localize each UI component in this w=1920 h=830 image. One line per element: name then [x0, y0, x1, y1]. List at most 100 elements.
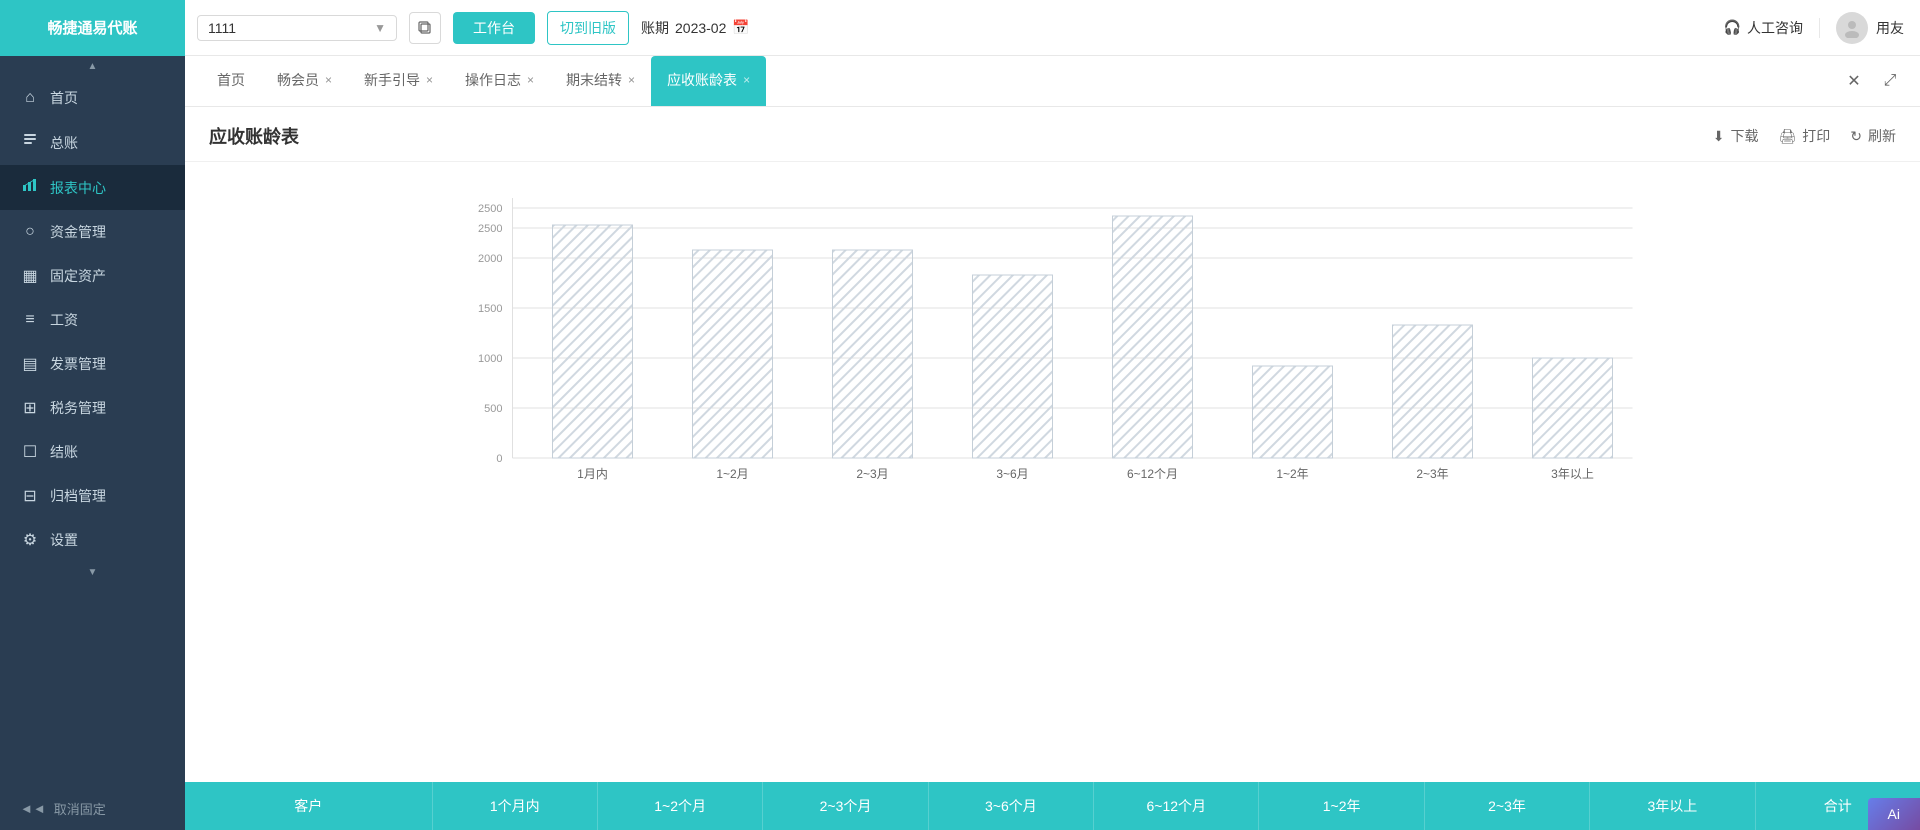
workbench-button[interactable]: 工作台	[453, 12, 535, 44]
close-all-tabs-button[interactable]: ✕	[1840, 67, 1868, 95]
bar-1	[553, 225, 633, 458]
sidebar-scroll-up[interactable]: ▲	[0, 56, 185, 76]
sidebar-item-report-center[interactable]: 报表中心	[0, 165, 185, 210]
table-header-1-2year-label: 1~2年	[1323, 796, 1361, 816]
svg-text:3年以上: 3年以上	[1551, 467, 1594, 481]
tab-period-end-label: 期末结转	[566, 70, 622, 90]
svg-text:2500: 2500	[478, 223, 502, 235]
table-header-2-3year: 2~3年	[1425, 782, 1590, 830]
table-header-2-3month-label: 2~3个月	[820, 796, 872, 816]
logo-text: 畅捷通易代账	[47, 17, 137, 38]
sidebar-item-archive-label: 归档管理	[50, 486, 106, 506]
tab-operation-log[interactable]: 操作日志 ×	[449, 56, 550, 106]
tab-guide[interactable]: 新手引导 ×	[348, 56, 449, 106]
sidebar-item-salary[interactable]: ≡ 工资	[0, 298, 185, 342]
chart-container: 0 500 1000 1500 2000 2500 2500 1	[185, 162, 1920, 782]
switch-version-button[interactable]: 切到旧版	[547, 11, 629, 45]
sidebar-item-home-label: 首页	[50, 88, 78, 108]
svg-text:0: 0	[496, 453, 502, 465]
app-header: 畅捷通易代账 1111 ▼ 工作台 切到旧版 账期 2023-02 📅 🎧 人工…	[0, 0, 1920, 56]
sidebar-item-archive-management[interactable]: ⊟ 归档管理	[0, 474, 185, 518]
consult-area[interactable]: 🎧 人工咨询	[1724, 18, 1803, 38]
table-header-1-2month-label: 1~2个月	[654, 796, 706, 816]
company-dropdown-icon: ▼	[374, 21, 386, 35]
calendar-icon[interactable]: 📅	[732, 19, 749, 36]
table-header-3year-plus: 3年以上	[1590, 782, 1755, 830]
ai-label: Ai	[1888, 806, 1900, 822]
sidebar-item-fund-label: 资金管理	[50, 222, 106, 242]
user-area[interactable]: 用友	[1836, 12, 1904, 44]
sidebar-item-home[interactable]: ⌂ 首页	[0, 76, 185, 120]
user-avatar-icon	[1842, 18, 1862, 38]
sidebar-item-fund-management[interactable]: ○ 资金管理	[0, 210, 185, 254]
svg-text:2~3月: 2~3月	[856, 467, 888, 481]
bar-chart: 0 500 1000 1500 2000 2500 2500 1	[209, 178, 1896, 518]
sidebar-item-tax-label: 税务管理	[50, 398, 106, 418]
sidebar: ▲ ⌂ 首页 总账	[0, 56, 185, 830]
cancel-pin-label: 取消固定	[54, 799, 106, 818]
svg-text:1500: 1500	[478, 303, 502, 315]
sidebar-item-invoice-management[interactable]: ▤ 发票管理	[0, 342, 185, 386]
company-selector[interactable]: 1111 ▼	[197, 15, 397, 41]
sidebar-item-assets-label: 固定资产	[50, 266, 106, 286]
table-header-3year-plus-label: 3年以上	[1647, 796, 1697, 816]
sidebar-item-tax-management[interactable]: ⊞ 税务管理	[0, 386, 185, 430]
company-name: 1111	[208, 20, 366, 36]
tab-ar-aging[interactable]: 应收账龄表 ×	[651, 56, 766, 106]
refresh-icon: ↻	[1850, 128, 1862, 145]
table-header-1-2month: 1~2个月	[598, 782, 763, 830]
divider	[1819, 18, 1820, 38]
svg-text:1月内: 1月内	[577, 467, 608, 481]
table-header-3-6month: 3~6个月	[929, 782, 1094, 830]
tab-period-end[interactable]: 期末结转 ×	[550, 56, 651, 106]
svg-text:3~6月: 3~6月	[996, 467, 1028, 481]
svg-text:6~12个月: 6~12个月	[1127, 467, 1178, 481]
download-button[interactable]: ⬇ 下载	[1713, 126, 1759, 146]
tab-guide-close[interactable]: ×	[426, 73, 433, 87]
table-header-3-6month-label: 3~6个月	[985, 796, 1037, 816]
bar-6	[1253, 366, 1333, 458]
print-icon: 🖨	[1778, 128, 1796, 145]
cancel-pin-button[interactable]: ◄◄ 取消固定	[0, 787, 185, 830]
period-value: 2023-02	[675, 20, 726, 36]
svg-text:2~3年: 2~3年	[1416, 467, 1448, 481]
ledger-icon	[20, 132, 40, 153]
sidebar-scroll-down[interactable]: ▼	[0, 562, 185, 582]
table-header-6-12month: 6~12个月	[1094, 782, 1259, 830]
ai-button[interactable]: Ai	[1868, 798, 1920, 830]
copy-button[interactable]	[409, 12, 441, 44]
print-label: 打印	[1802, 126, 1830, 146]
tab-member-close[interactable]: ×	[325, 73, 332, 87]
main-layout: ▲ ⌂ 首页 总账	[0, 56, 1920, 830]
sidebar-item-settings[interactable]: ⚙ 设置	[0, 518, 185, 562]
svg-text:2500: 2500	[478, 203, 502, 215]
refresh-button[interactable]: ↻ 刷新	[1850, 126, 1896, 146]
refresh-label: 刷新	[1868, 126, 1896, 146]
assets-icon: ▦	[20, 266, 40, 286]
table-header-2-3month: 2~3个月	[763, 782, 928, 830]
tab-period-end-close[interactable]: ×	[628, 73, 635, 87]
tabs-bar: 首页 畅会员 × 新手引导 × 操作日志 × 期末结转 × 应收账龄表 ×	[185, 56, 1920, 107]
page-header: 应收账龄表 ⬇ 下载 🖨 打印 ↻ 刷新	[185, 107, 1920, 162]
tabs-right: ✕ ⤢	[1840, 67, 1904, 95]
tab-member[interactable]: 畅会员 ×	[261, 56, 348, 106]
bar-5	[1113, 216, 1193, 458]
period-area: 账期 2023-02 📅	[641, 18, 750, 38]
tab-operation-log-close[interactable]: ×	[527, 73, 534, 87]
print-button[interactable]: 🖨 打印	[1778, 126, 1830, 146]
avatar	[1836, 12, 1868, 44]
tax-icon: ⊞	[20, 398, 40, 418]
download-icon: ⬇	[1713, 128, 1725, 145]
tab-ar-aging-close[interactable]: ×	[743, 73, 750, 87]
svg-text:1000: 1000	[478, 353, 502, 365]
table-header-1month: 1个月内	[433, 782, 598, 830]
sidebar-item-general-ledger[interactable]: 总账	[0, 120, 185, 165]
sidebar-item-settlement[interactable]: ☐ 结账	[0, 430, 185, 474]
page-actions: ⬇ 下载 🖨 打印 ↻ 刷新	[1713, 126, 1896, 146]
report-icon	[20, 177, 40, 198]
tab-operation-log-label: 操作日志	[465, 70, 521, 90]
tab-home[interactable]: 首页	[201, 56, 261, 106]
period-label: 账期	[641, 18, 669, 38]
sidebar-item-fixed-assets[interactable]: ▦ 固定资产	[0, 254, 185, 298]
expand-button[interactable]: ⤢	[1876, 67, 1904, 95]
